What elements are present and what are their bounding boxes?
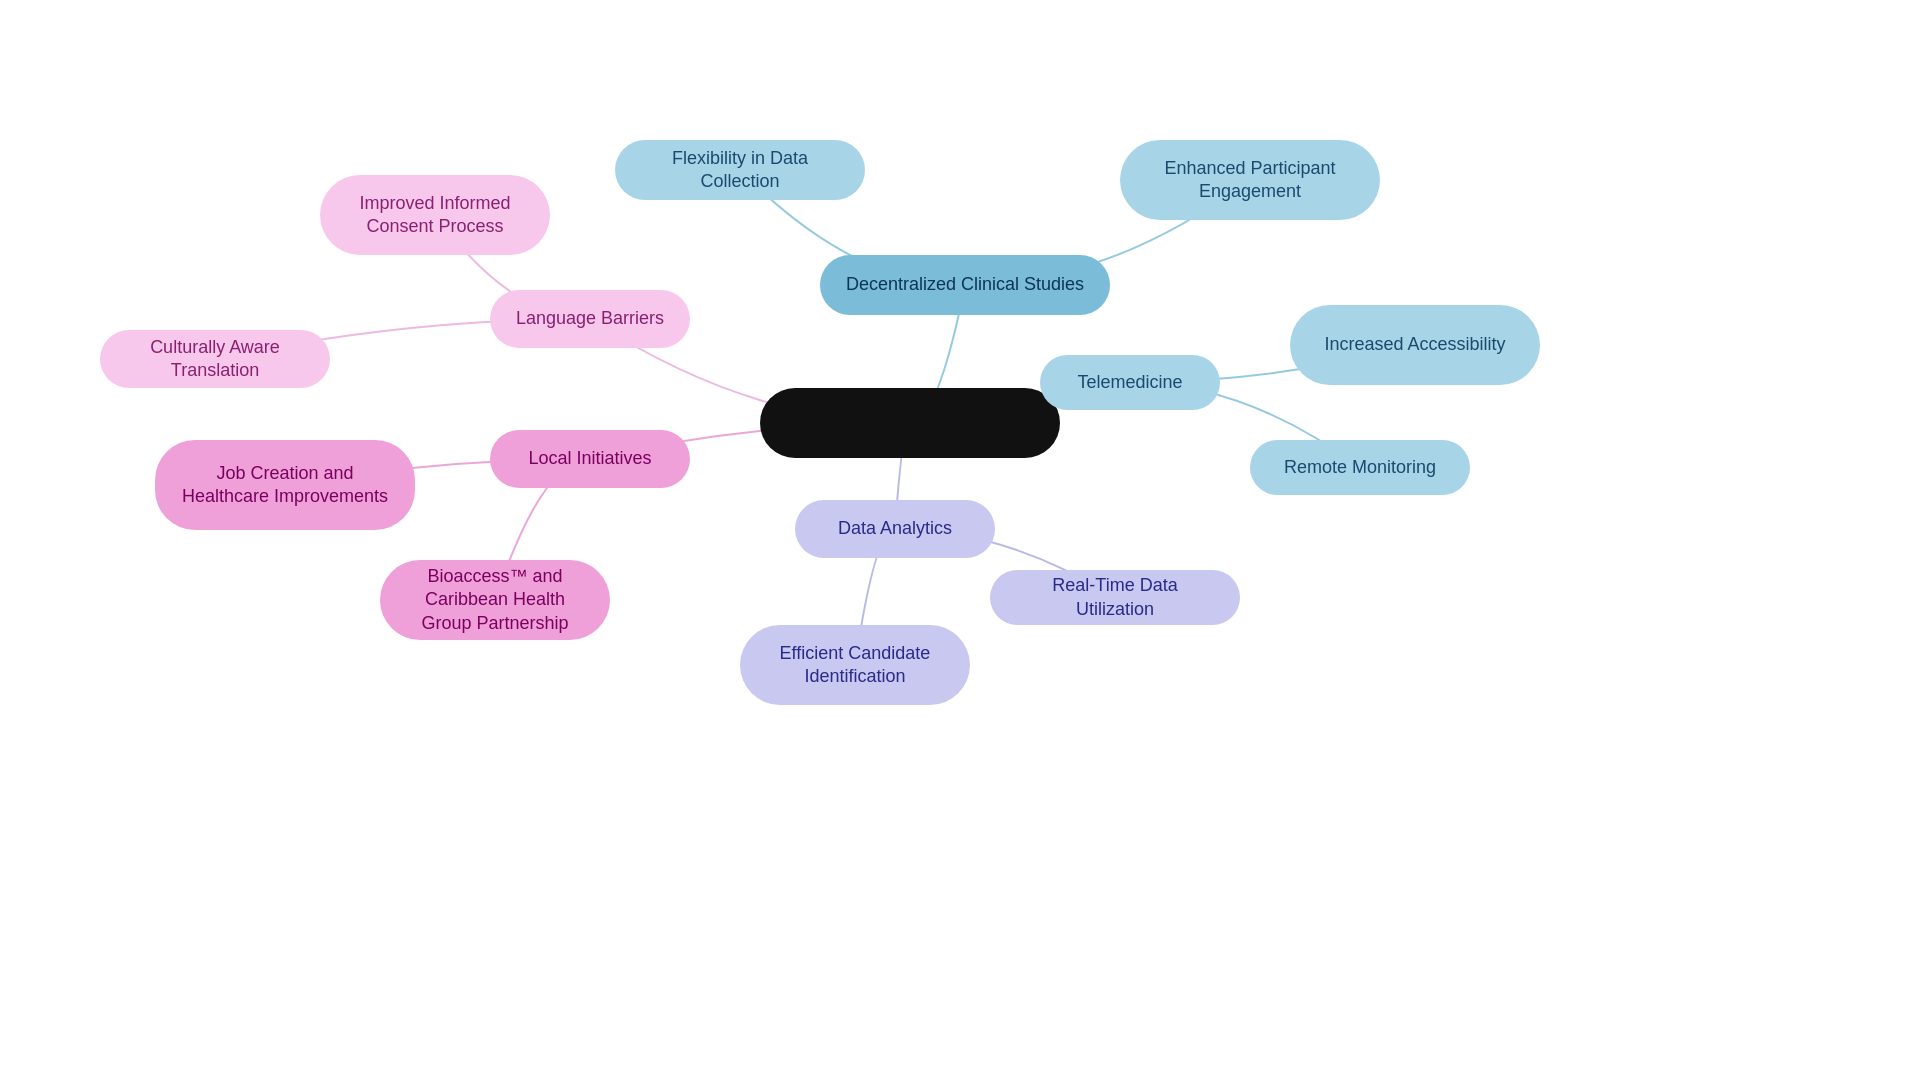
culturally_aware-node: Culturally Aware Translation [100, 330, 330, 388]
remote_monitoring-node: Remote Monitoring [1250, 440, 1470, 495]
increased_access-node: Increased Accessibility [1290, 305, 1540, 385]
flexibility-node: Flexibility in Data Collection [615, 140, 865, 200]
data_analytics-node: Data Analytics [795, 500, 995, 558]
job_creation-node: Job Creation and Healthcare Improvements [155, 440, 415, 530]
telemedicine-node: Telemedicine [1040, 355, 1220, 410]
center-node [760, 388, 1060, 458]
decentralized-node: Decentralized Clinical Studies [820, 255, 1110, 315]
language_barriers-node: Language Barriers [490, 290, 690, 348]
real_time-node: Real-Time Data Utilization [990, 570, 1240, 625]
enhanced_participant-node: Enhanced Participant Engagement [1120, 140, 1380, 220]
improved_consent-node: Improved Informed Consent Process [320, 175, 550, 255]
local_initiatives-node: Local Initiatives [490, 430, 690, 488]
bioaccess-node: Bioaccess™ and Caribbean Health Group Pa… [380, 560, 610, 640]
efficient_candidate-node: Efficient Candidate Identification [740, 625, 970, 705]
